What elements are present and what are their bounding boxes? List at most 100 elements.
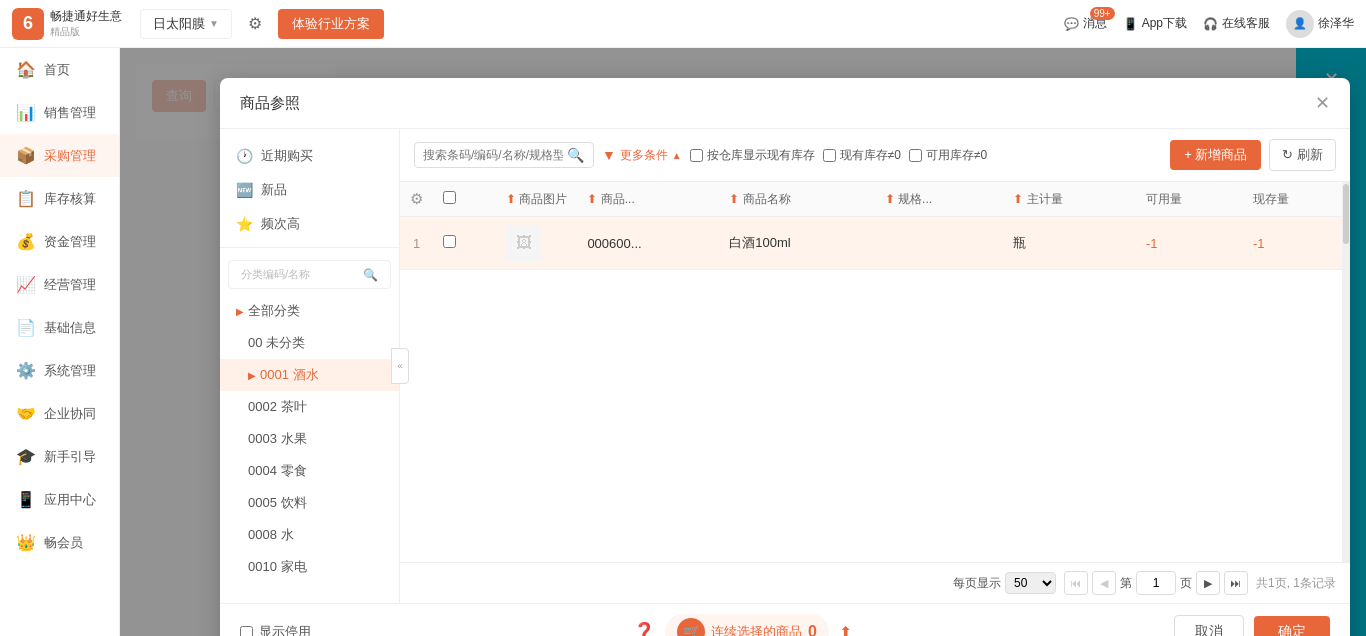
table-scrollbar[interactable] — [1342, 182, 1350, 562]
column-settings-icon[interactable]: ⚙ — [410, 190, 423, 207]
modal-left-panel: 🕐 近期购买 🆕 新品 ⭐ 频次高 « — [220, 129, 400, 603]
first-page-button[interactable]: ⏮ — [1064, 571, 1088, 595]
show-disabled-wrap[interactable]: 显示停用 — [240, 623, 311, 636]
inventory-icon: 📋 — [16, 189, 36, 208]
sidebar-item-system[interactable]: ⚙️ 系统管理 — [0, 349, 119, 392]
prev-page-button[interactable]: ◀ — [1092, 571, 1116, 595]
col-stock-header: 现存量 — [1243, 182, 1350, 217]
category-item-fruit[interactable]: 0003 水果 — [220, 423, 399, 455]
product-search-wrap[interactable]: 🔍 — [414, 142, 594, 168]
sidebar-item-basic-info[interactable]: 📄 基础信息 — [0, 306, 119, 349]
total-records-info: 共1页, 1条记录 — [1256, 575, 1336, 592]
refresh-button[interactable]: ↻ 刷新 — [1269, 139, 1336, 171]
operations-icon: 📈 — [16, 275, 36, 294]
user-profile-nav-item[interactable]: 👤 徐泽华 — [1286, 10, 1354, 38]
row-checkbox-cell[interactable] — [433, 217, 496, 270]
product-search-input[interactable] — [423, 148, 563, 162]
sidebar-item-home[interactable]: 🏠 首页 — [0, 48, 119, 91]
settings-icon[interactable]: ⚙ — [240, 9, 270, 39]
modal-toolbar: 🔍 ▼ 更多条件 ▲ 按仓库显示现有库存 — [400, 129, 1350, 182]
table-row[interactable]: 1 🖼 000600... 白酒100ml — [400, 217, 1350, 270]
sidebar-item-guide[interactable]: 🎓 新手引导 — [0, 435, 119, 478]
sidebar-item-sales[interactable]: 📊 销售管理 — [0, 91, 119, 134]
store-selector[interactable]: 日太阳膜 ▼ — [140, 9, 232, 39]
category-item-uncategorized[interactable]: 00 未分类 — [220, 327, 399, 359]
col-code-header: ⬆ 商品... — [577, 182, 719, 217]
category-item-tea[interactable]: 0002 茶叶 — [220, 391, 399, 423]
member-icon: 👑 — [16, 533, 36, 552]
col-name-header: ⬆ 商品名称 — [719, 182, 875, 217]
messages-nav-item[interactable]: 💬 消息 99+ — [1064, 15, 1107, 32]
mobile-icon: 📱 — [1123, 17, 1138, 31]
sidebar-item-finance[interactable]: 💰 资金管理 — [0, 220, 119, 263]
page-suffix: 页 — [1180, 575, 1192, 592]
more-filters-button[interactable]: ▼ 更多条件 ▲ — [602, 147, 682, 164]
top-navigation: 6 畅捷通好生意 精品版 日太阳膜 ▼ ⚙ 体验行业方案 💬 消息 99+ 📱 … — [0, 0, 1366, 48]
sidebar-item-inventory[interactable]: 📋 库存核算 — [0, 177, 119, 220]
sidebar: 🏠 首页 📊 销售管理 📦 采购管理 📋 库存核算 💰 资金管理 📈 经营管理 … — [0, 48, 120, 636]
product-reference-modal: 商品参照 ✕ 🕐 近期购买 🆕 新品 ⭐ — [220, 78, 1350, 636]
online-service-nav-item[interactable]: 🎧 在线客服 — [1203, 15, 1270, 32]
quick-nav-new[interactable]: 🆕 新品 — [220, 173, 399, 207]
col-spec-header: ⬆ 规格... — [875, 182, 1004, 217]
sidebar-item-purchase[interactable]: 📦 采购管理 — [0, 134, 119, 177]
table-scrollbar-thumb — [1343, 184, 1349, 244]
col-available-header: 可用量 — [1136, 182, 1243, 217]
cancel-button[interactable]: 取消 — [1174, 615, 1244, 636]
help-icon[interactable]: ❓ — [633, 621, 655, 636]
headset-icon: 🎧 — [1203, 17, 1218, 31]
category-item-beverage[interactable]: 0005 饮料 — [220, 487, 399, 519]
page-size-select[interactable]: 10 20 50 100 — [1005, 572, 1056, 594]
col-settings: ⚙ — [400, 182, 433, 217]
category-search-icon: 🔍 — [363, 268, 378, 282]
system-icon: ⚙️ — [16, 361, 36, 380]
row-select-checkbox[interactable] — [443, 235, 456, 248]
main-content: 查询 设置 ✕ ⬜ 商品参照 ✕ — [120, 48, 1366, 636]
collapse-cart-icon[interactable]: ⬆ — [839, 623, 852, 637]
have-stock-checkbox[interactable] — [823, 149, 836, 162]
category-item-liquor[interactable]: ▶ 0001 酒水 — [220, 359, 399, 391]
messages-badge: 99+ — [1090, 7, 1115, 20]
quick-nav-frequent[interactable]: ⭐ 频次高 — [220, 207, 399, 241]
page-label: 第 — [1120, 575, 1132, 592]
product-table: ⚙ ⬆ 商品图片 ⬆ 商品... — [400, 182, 1350, 270]
row-spec-cell — [875, 217, 1004, 270]
trial-button[interactable]: 体验行业方案 — [278, 9, 384, 39]
add-product-button[interactable]: + 新增商品 — [1170, 140, 1261, 170]
category-item-all[interactable]: ▶ 全部分类 — [220, 295, 399, 327]
last-page-button[interactable]: ⏭ — [1224, 571, 1248, 595]
collapse-left-panel-button[interactable]: « — [391, 348, 409, 384]
category-item-appliance[interactable]: 0010 家电 — [220, 551, 399, 583]
row-stock-cell: -1 — [1243, 217, 1350, 270]
row-num: 1 — [400, 217, 433, 270]
enterprise-icon: 🤝 — [16, 404, 36, 423]
category-search-wrap[interactable]: 分类编码/名称 🔍 — [228, 260, 391, 289]
quick-nav-recent[interactable]: 🕐 近期购买 — [220, 139, 399, 173]
next-page-button[interactable]: ▶ — [1196, 571, 1220, 595]
logo-icon: 6 — [12, 8, 44, 40]
category-item-water[interactable]: 0008 水 — [220, 519, 399, 551]
page-number-input[interactable] — [1136, 571, 1176, 595]
cart-icon: 🛒 — [677, 618, 705, 636]
category-item-snack[interactable]: 0004 零食 — [220, 455, 399, 487]
available-stock-checkbox-wrap[interactable]: 可用库存≠0 — [909, 147, 987, 164]
image-placeholder-icon: 🖼 — [516, 234, 532, 252]
sidebar-item-member[interactable]: 👑 畅会员 — [0, 521, 119, 564]
sidebar-item-operations[interactable]: 📈 经营管理 — [0, 263, 119, 306]
filter-arrow-icon: ▲ — [672, 150, 682, 161]
sort-icon-name: ⬆ — [729, 192, 739, 206]
col-checkbox — [433, 182, 496, 217]
show-warehouse-stock-checkbox-wrap[interactable]: 按仓库显示现有库存 — [690, 147, 815, 164]
product-thumbnail: 🖼 — [506, 225, 542, 261]
confirm-button[interactable]: 确定 — [1254, 616, 1330, 636]
recent-icon: 🕐 — [236, 148, 253, 164]
sidebar-item-apps[interactable]: 📱 应用中心 — [0, 478, 119, 521]
show-warehouse-stock-checkbox[interactable] — [690, 149, 703, 162]
app-download-nav-item[interactable]: 📱 App下载 — [1123, 15, 1187, 32]
modal-close-button[interactable]: ✕ — [1315, 92, 1330, 114]
show-disabled-checkbox[interactable] — [240, 626, 253, 637]
available-stock-checkbox[interactable] — [909, 149, 922, 162]
select-all-checkbox[interactable] — [443, 191, 456, 204]
sidebar-item-enterprise[interactable]: 🤝 企业协同 — [0, 392, 119, 435]
have-stock-checkbox-wrap[interactable]: 现有库存≠0 — [823, 147, 901, 164]
